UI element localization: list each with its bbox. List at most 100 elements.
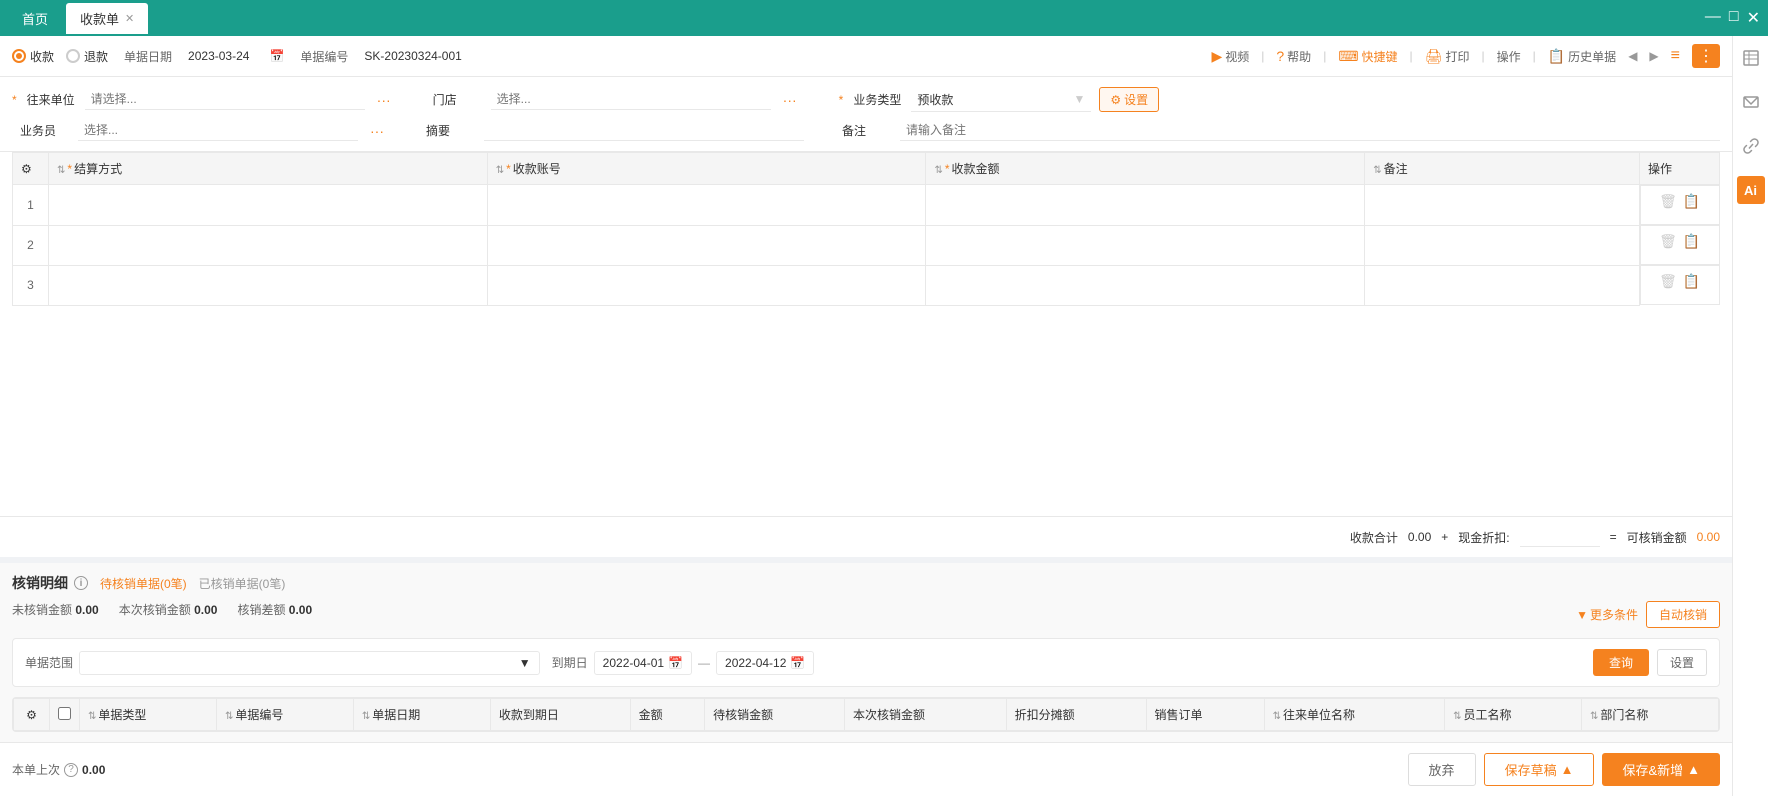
radio-receipt[interactable]: 收款	[12, 48, 54, 65]
table-row: 3 🗑 📋	[13, 265, 1720, 305]
row-1-remark[interactable]	[1365, 185, 1640, 226]
sidebar-table-icon[interactable]	[1737, 44, 1765, 72]
staff-input[interactable]	[78, 120, 358, 141]
writeoff-header: 核销明细 i 待核销单据(0笔) 已核销单据(0笔)	[12, 573, 1720, 593]
radio-refund[interactable]: 退款	[66, 48, 108, 65]
help-btn[interactable]: ? 帮助	[1276, 48, 1311, 65]
shop-more-btn[interactable]: ···	[779, 92, 801, 108]
cal-from-icon: 📅	[668, 656, 683, 670]
sidebar-link-icon[interactable]	[1737, 132, 1765, 160]
keyboard-icon: ⌨	[1338, 48, 1358, 65]
query-btn[interactable]: 查询	[1593, 649, 1649, 676]
tab-receipt[interactable]: 收款单 ✕	[66, 3, 148, 34]
radio-receipt-dot	[12, 49, 26, 63]
completed-tab[interactable]: 已核销单据(0笔)	[199, 575, 286, 592]
shortcut-btn[interactable]: ⌨ 快捷键	[1338, 48, 1397, 65]
gear-wt-icon: ⚙	[26, 708, 37, 722]
info-help-icon[interactable]: ?	[64, 763, 78, 777]
counterparty-more-btn[interactable]: ···	[373, 92, 395, 108]
row-2-amount[interactable]	[926, 225, 1365, 265]
save-new-btn[interactable]: 保存&新增 ▲	[1602, 753, 1720, 786]
sidebar-email-icon[interactable]	[1737, 88, 1765, 116]
th-gear[interactable]: ⚙	[13, 153, 49, 185]
staff-more-btn[interactable]: ···	[366, 123, 388, 139]
sep4: |	[1481, 49, 1484, 63]
operation-btn[interactable]: 操作	[1497, 48, 1521, 65]
summary-input[interactable]	[484, 120, 804, 141]
calendar-icon[interactable]: 📅	[269, 49, 284, 63]
bottom-bar: 本单上次 ? 0.00 放弃 保存草稿 ▲ 保存&新增 ▲	[0, 742, 1732, 796]
delete-icon-1[interactable]: 🗑	[1659, 193, 1677, 217]
delete-icon-2[interactable]: 🗑	[1659, 233, 1677, 257]
minimize-icon[interactable]: —	[1705, 8, 1721, 28]
row-3-settlement[interactable]	[49, 265, 488, 305]
tab-bar: 首页 收款单 ✕ — □ ✕	[0, 0, 1768, 36]
layout-icon[interactable]: ≡	[1671, 47, 1680, 65]
save-new-arrow-icon: ▲	[1687, 762, 1700, 777]
tab-home[interactable]: 首页	[8, 3, 62, 34]
row-1-settlement[interactable]	[49, 185, 488, 226]
delete-icon-3[interactable]: 🗑	[1659, 273, 1677, 297]
wth-due-date: 收款到期日	[490, 699, 630, 731]
nav-next[interactable]: ▶	[1649, 49, 1658, 63]
wth-checkbox[interactable]	[50, 699, 80, 731]
operation-label: 操作	[1497, 48, 1521, 65]
date-field: 到期日 2022-04-01 📅 — 2022-04-12 📅	[552, 651, 1581, 675]
range-select[interactable]: ▼	[79, 651, 540, 675]
row-2-remark[interactable]	[1365, 225, 1640, 265]
row-3-amount[interactable]	[926, 265, 1365, 305]
history-btn[interactable]: 📋 历史单据	[1548, 48, 1616, 65]
auto-writeoff-btn[interactable]: 自动核销	[1646, 601, 1720, 628]
copy-icon-3[interactable]: 📋	[1683, 273, 1700, 297]
radio-refund-dot	[66, 49, 80, 63]
th-settlement: ⇅*结算方式	[49, 153, 488, 185]
sidebar-ai-icon[interactable]: Ai	[1737, 176, 1765, 204]
wth-gear[interactable]: ⚙	[14, 699, 50, 731]
th-account: ⇅*收款账号	[487, 153, 926, 185]
copy-icon-1[interactable]: 📋	[1683, 193, 1700, 217]
discount-input[interactable]	[1520, 527, 1600, 547]
row-2-settlement[interactable]	[49, 225, 488, 265]
select-all-checkbox[interactable]	[58, 707, 71, 720]
form-settings-btn[interactable]: ⚙ 设置	[1099, 87, 1159, 112]
more-icon[interactable]: ⋮	[1692, 44, 1720, 68]
row-3-account[interactable]	[487, 265, 926, 305]
bottom-info-label: 本单上次	[12, 761, 60, 778]
filter-form: 单据范围 ▼ 到期日 2022-04-01 📅 —	[12, 638, 1720, 687]
copy-icon-2[interactable]: 📋	[1683, 233, 1700, 257]
maximize-icon[interactable]: □	[1729, 8, 1739, 28]
close-icon[interactable]: ✕	[1747, 8, 1760, 28]
toolbar-right: ▶ 视频 | ? 帮助 | ⌨ 快捷键 | 🖨 打印 | 操作 |	[1211, 44, 1720, 68]
writeoff-info-icon[interactable]: i	[74, 576, 88, 590]
video-btn[interactable]: ▶ 视频	[1211, 48, 1249, 65]
more-conditions-link[interactable]: ▼ 更多条件	[1576, 606, 1638, 623]
tab-receipt-label: 收款单	[80, 9, 119, 28]
wth-no: ⇅单据编号	[216, 699, 353, 731]
nav-prev[interactable]: ◀	[1628, 49, 1637, 63]
row-3-remark[interactable]	[1365, 265, 1640, 305]
remark-input[interactable]	[900, 120, 1720, 141]
business-type-select[interactable]: 预收款 ▼	[911, 88, 1091, 112]
date-separator: —	[698, 656, 710, 670]
radio-receipt-label: 收款	[30, 48, 54, 65]
pending-tab[interactable]: 待核销单据(0笔)	[100, 575, 187, 592]
shop-input[interactable]	[491, 89, 771, 110]
tab-close-icon[interactable]: ✕	[125, 12, 134, 25]
date-to-input[interactable]: 2022-04-12 📅	[716, 651, 814, 675]
counterparty-input[interactable]	[85, 89, 365, 110]
date-from-input[interactable]: 2022-04-01 📅	[594, 651, 692, 675]
filter-settings-btn[interactable]: 设置	[1657, 649, 1707, 676]
sep3: |	[1410, 49, 1413, 63]
filter-icon: ▼	[1576, 608, 1588, 622]
draft-arrow-icon: ▲	[1561, 762, 1574, 777]
tab-home-label: 首页	[22, 9, 48, 28]
row-2-account[interactable]	[487, 225, 926, 265]
wth-pending: 待核销金额	[705, 699, 845, 731]
writeoff-table: ⚙ ⇅单据类型 ⇅单据编号 ⇅单据日期 收款到期日 金额 待核销金额 本次核销金…	[13, 698, 1719, 731]
draft-btn[interactable]: 保存草稿 ▲	[1484, 753, 1595, 786]
print-btn[interactable]: 🖨 打印	[1425, 48, 1470, 65]
row-1-amount[interactable]	[926, 185, 1365, 226]
row-1-account[interactable]	[487, 185, 926, 226]
discard-btn[interactable]: 放弃	[1408, 753, 1476, 786]
equals-label: =	[1610, 530, 1617, 544]
